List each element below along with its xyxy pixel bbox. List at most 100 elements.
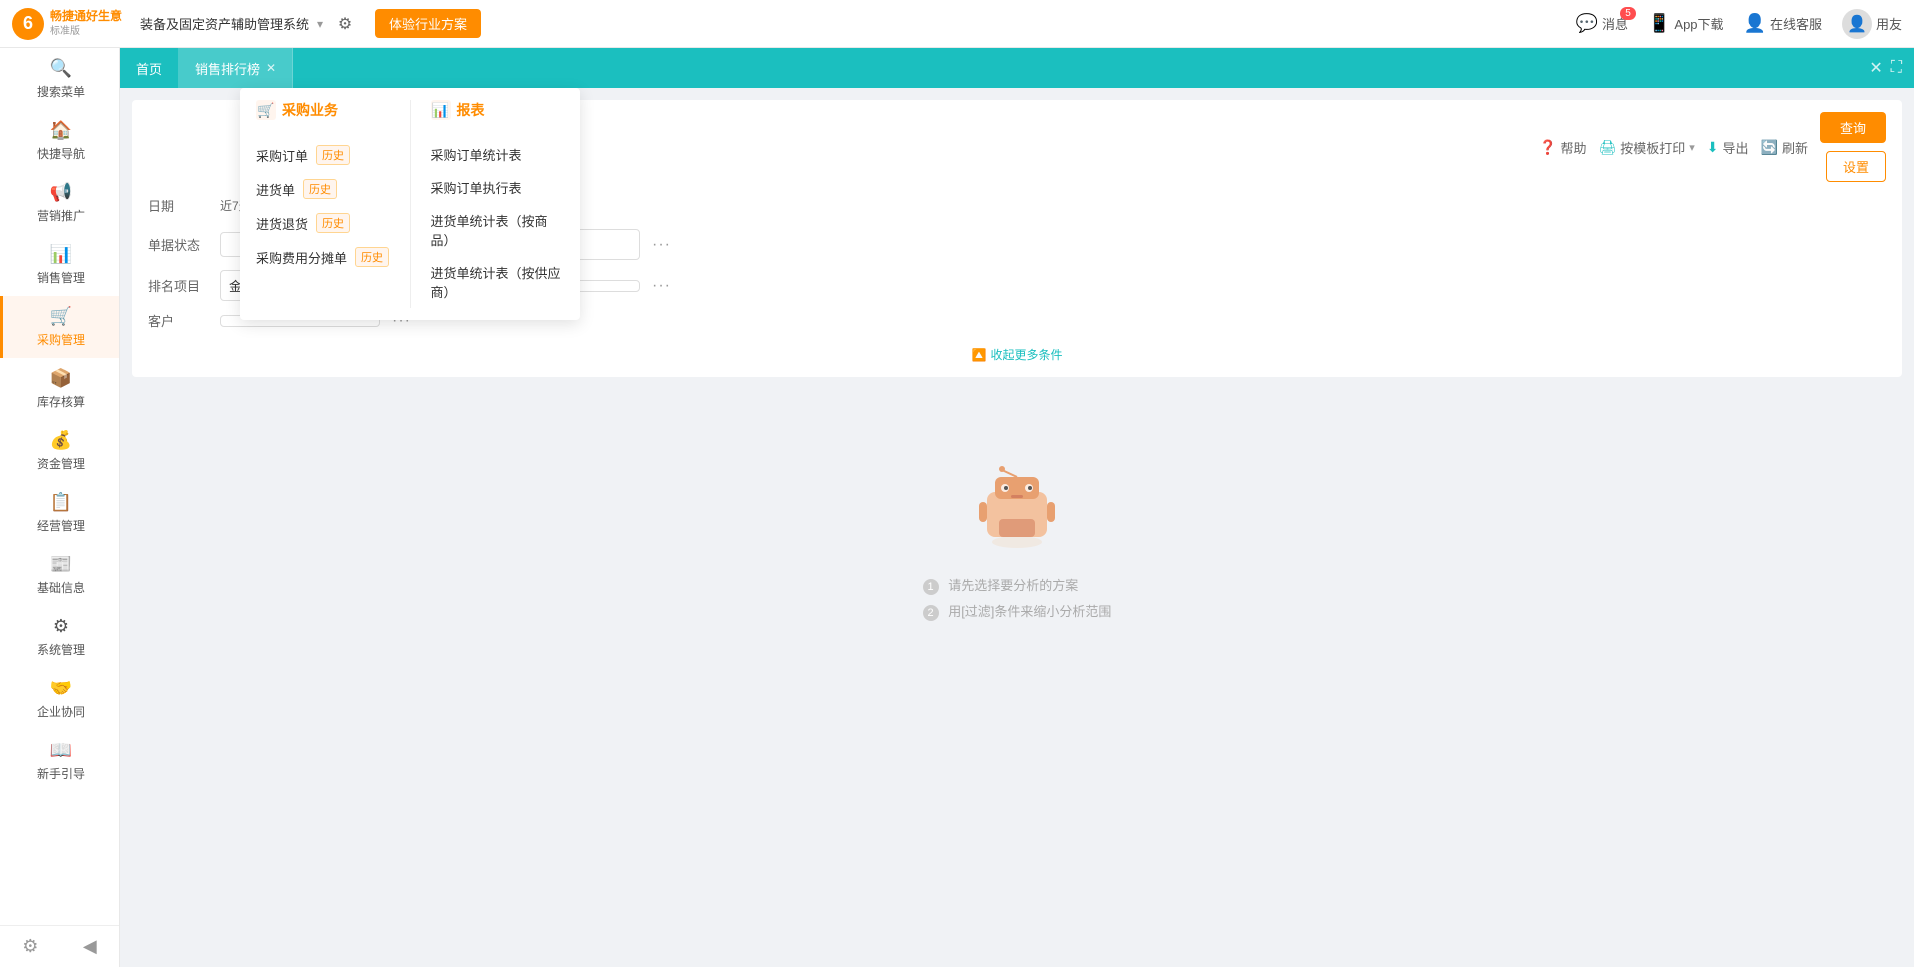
- toolbar-right: ❓ 帮助 🖨 按模板打印 ▾ ⬇ 导出 🔄: [1539, 138, 1808, 157]
- return-history-badge: 历史: [316, 213, 350, 233]
- logo-area: 6 畅捷通好生意 标准版: [12, 8, 132, 40]
- inbound-stats-goods-label: 进货单统计表（按商品）: [431, 211, 565, 249]
- refresh-btn[interactable]: 🔄 刷新: [1761, 138, 1808, 157]
- sidebar-label-quick-nav: 快捷导航: [37, 145, 85, 162]
- dropdown-item-purchase-order[interactable]: 采购订单 历史: [256, 138, 390, 172]
- dropdown-item-order-stats[interactable]: 采购订单统计表: [431, 138, 565, 171]
- message-icon: 💬: [1576, 13, 1598, 34]
- sidebar-item-quick-nav[interactable]: 🏠 快捷导航: [0, 110, 119, 172]
- salesperson-more[interactable]: ···: [652, 277, 671, 295]
- sidebar-item-guide[interactable]: 📖 新手引导: [0, 730, 119, 792]
- sidebar-settings-icon[interactable]: ⚙: [22, 936, 38, 957]
- dropdown-item-inbound-stats-goods[interactable]: 进货单统计表（按商品）: [431, 204, 565, 256]
- tab-sales-rank-label: 销售排行榜: [195, 59, 260, 78]
- sidebar-item-system[interactable]: ⚙ 系统管理: [0, 606, 119, 668]
- tab-close-all-icon[interactable]: ✕: [1869, 58, 1882, 78]
- operations-icon: 📋: [50, 492, 72, 513]
- goods-filter-more[interactable]: ···: [652, 236, 671, 254]
- industry-btn[interactable]: 体验行业方案: [375, 9, 481, 38]
- sidebar-label-purchase: 采购管理: [37, 331, 85, 348]
- sidebar-collapse-icon[interactable]: ◀: [83, 936, 97, 957]
- tab-bar: 首页 销售排行榜 ✕ ✕ ⛶: [120, 48, 1914, 88]
- dropdown-columns: 🛒 采购业务 采购订单 历史 进货单 历史 进货退货 历史: [240, 100, 580, 308]
- inbound-history-badge: 历史: [303, 179, 337, 199]
- message-item[interactable]: 💬 消息 5: [1576, 13, 1628, 34]
- search-icon: 🔍: [50, 58, 72, 79]
- sidebar-label-marketing: 营销推广: [37, 207, 85, 224]
- enterprise-icon: 🤝: [50, 678, 72, 699]
- purchase-icon: 🛒: [50, 306, 72, 327]
- user-item[interactable]: 👤 用友: [1842, 9, 1902, 39]
- sidebar-item-finance[interactable]: 💰 资金管理: [0, 420, 119, 482]
- sidebar-label-search: 搜索菜单: [37, 83, 85, 100]
- tab-sales-rank[interactable]: 销售排行榜 ✕: [179, 48, 293, 88]
- date-label: 日期: [148, 196, 208, 215]
- dropdown-item-inbound[interactable]: 进货单 历史: [256, 172, 390, 206]
- system-title-area: 装备及固定资产辅助管理系统 ▾ ⚙ 体验行业方案: [140, 9, 481, 38]
- sidebar-item-enterprise[interactable]: 🤝 企业协同: [0, 668, 119, 730]
- sidebar-label-sales: 销售管理: [37, 269, 85, 286]
- system-title-arrow-icon[interactable]: ▾: [317, 17, 323, 31]
- logo-text: 畅捷通好生意 标准版: [50, 9, 122, 38]
- dropdown-item-order-exec[interactable]: 采购订单执行表: [431, 171, 565, 204]
- marketing-icon: 📢: [50, 182, 72, 203]
- query-button[interactable]: 查询: [1820, 112, 1886, 143]
- print-arrow-icon[interactable]: ▾: [1689, 141, 1695, 154]
- settings-button[interactable]: 设置: [1826, 151, 1886, 182]
- empty-tips: 1 请先选择要分析的方案 2 用[过滤]条件来缩小分析范围: [923, 573, 1112, 625]
- app-download-item[interactable]: 📱 App下载: [1648, 13, 1724, 34]
- sidebar-item-marketing[interactable]: 📢 营销推广: [0, 172, 119, 234]
- system-title: 装备及固定资产辅助管理系统: [140, 14, 309, 33]
- home-icon: 🏠: [50, 120, 72, 141]
- system-settings-icon[interactable]: ⚙: [331, 10, 359, 38]
- report-col-title: 📊 报表: [431, 100, 565, 128]
- dropdown-item-inbound-stats-supplier[interactable]: 进货单统计表（按供应商）: [431, 256, 565, 308]
- sidebar-item-sales[interactable]: 📊 销售管理: [0, 234, 119, 296]
- sidebar-label-guide: 新手引导: [37, 765, 85, 782]
- print-label: 按模板打印: [1620, 138, 1685, 157]
- purchase-col-icon: 🛒: [256, 100, 276, 120]
- sidebar-item-search[interactable]: 🔍 搜索菜单: [0, 48, 119, 110]
- refresh-icon: 🔄: [1761, 139, 1778, 156]
- sidebar-item-purchase[interactable]: 🛒 采购管理: [0, 296, 119, 358]
- report-col-icon: 📊: [431, 100, 451, 120]
- export-btn[interactable]: ⬇ 导出: [1707, 138, 1749, 157]
- refresh-label: 刷新: [1782, 138, 1808, 157]
- tab-fullscreen-icon[interactable]: ⛶: [1891, 59, 1902, 77]
- sidebar-item-inventory[interactable]: 📦 库存核算: [0, 358, 119, 420]
- purchase-dropdown-menu: 🛒 采购业务 采购订单 历史 进货单 历史 进货退货 历史: [240, 88, 580, 320]
- print-icon: 🖨: [1598, 139, 1616, 156]
- purchase-order-history-badge: 历史: [316, 145, 350, 165]
- empty-tip2: 2 用[过滤]条件来缩小分析范围: [923, 599, 1112, 625]
- expense-history-badge: 历史: [355, 247, 389, 267]
- tab-home[interactable]: 首页: [120, 48, 179, 88]
- sidebar-item-operations[interactable]: 📋 经营管理: [0, 482, 119, 544]
- empty-tip1: 1 请先选择要分析的方案: [923, 573, 1112, 599]
- rank-label: 排名项目: [148, 276, 208, 295]
- print-btn[interactable]: 🖨 按模板打印 ▾: [1598, 138, 1694, 157]
- main-layout: 🔍 搜索菜单 🏠 快捷导航 📢 营销推广 📊 销售管理 🛒 采购管理 📦 库存核…: [0, 48, 1914, 967]
- dropdown-item-expense[interactable]: 采购费用分摊单 历史: [256, 240, 390, 274]
- inbound-label: 进货单: [256, 180, 295, 199]
- content-area: 首页 销售排行榜 ✕ ✕ ⛶ ❓ 帮助: [120, 48, 1914, 967]
- sidebar-bottom: ⚙ ◀: [0, 925, 119, 967]
- purchase-col-title: 🛒 采购业务: [256, 100, 390, 128]
- sidebar-label-system: 系统管理: [37, 641, 85, 658]
- sidebar-item-basic-info[interactable]: 📰 基础信息: [0, 544, 119, 606]
- tab-close-icon[interactable]: ✕: [266, 61, 276, 75]
- help-label: 帮助: [1560, 138, 1586, 157]
- report-col: 📊 报表 采购订单统计表 采购订单执行表 进货单统计表（按商品） 进货单统计表（…: [415, 100, 581, 308]
- guide-icon: 📖: [50, 740, 72, 761]
- dropdown-item-return[interactable]: 进货退货 历史: [256, 206, 390, 240]
- empty-state: 1 请先选择要分析的方案 2 用[过滤]条件来缩小分析范围: [132, 377, 1902, 705]
- sidebar: 🔍 搜索菜单 🏠 快捷导航 📢 营销推广 📊 销售管理 🛒 采购管理 📦 库存核…: [0, 48, 120, 967]
- online-service-label: 在线客服: [1770, 14, 1822, 33]
- collapse-btn[interactable]: 🔼 收起更多条件: [148, 340, 1886, 369]
- help-btn[interactable]: ❓ 帮助: [1539, 138, 1586, 157]
- user-avatar: 👤: [1842, 9, 1872, 39]
- online-service-item[interactable]: 👤 在线客服: [1744, 13, 1822, 34]
- service-icon: 👤: [1744, 13, 1766, 34]
- empty-icon: [967, 457, 1067, 557]
- voucher-status-label: 单据状态: [148, 235, 208, 254]
- sidebar-label-inventory: 库存核算: [37, 393, 85, 410]
